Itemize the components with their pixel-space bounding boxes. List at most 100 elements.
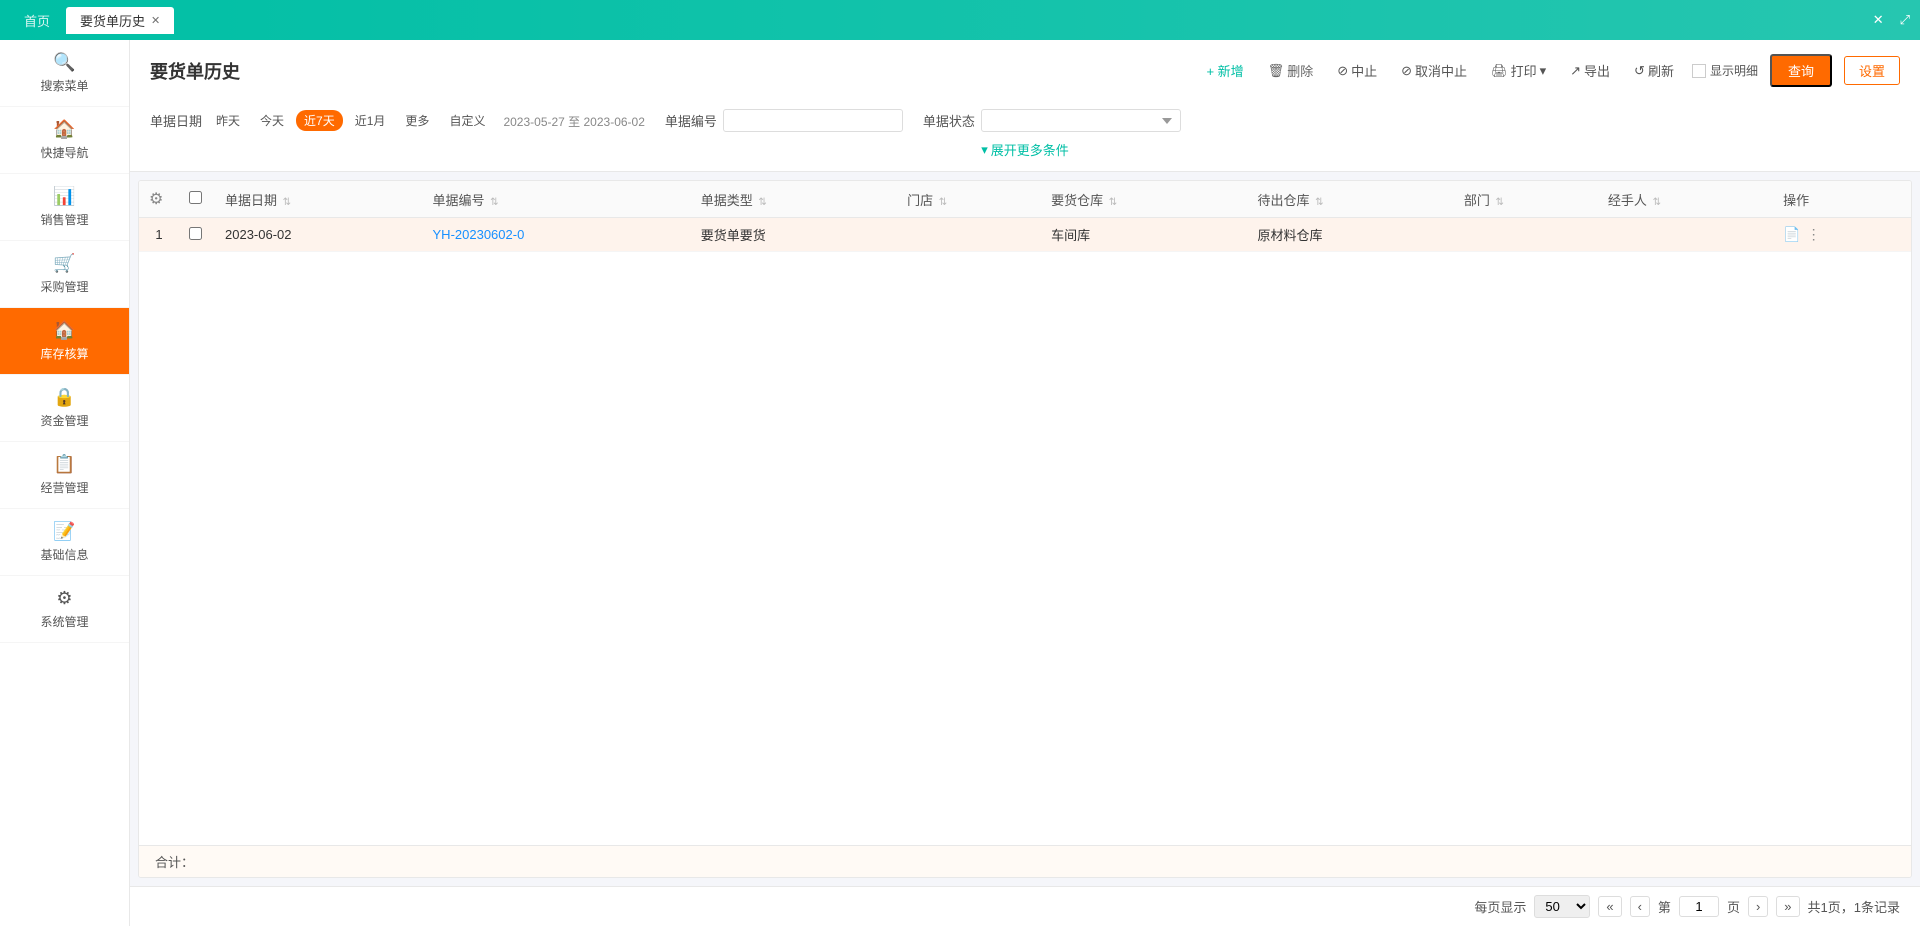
edit-action-icon[interactable]: 📄 [1783, 226, 1800, 243]
cell-department [1454, 218, 1598, 252]
new-button[interactable]: + 新增 [1200, 58, 1249, 83]
filter-group-doc-status: 单据状态 待审核 已审核 已拒绝 [923, 109, 1181, 132]
sidebar-item-label-sales: 销售管理 [40, 211, 88, 228]
system-mgmt-icon: ⚙ [56, 588, 72, 609]
sidebar-item-ops-mgmt[interactable]: 📋 经营管理 [0, 442, 129, 509]
sidebar-item-purchase-mgmt[interactable]: 🛒 采购管理 [0, 241, 129, 308]
top-bar-right: ✕ ⤢ [1873, 12, 1910, 28]
sort-store-icon[interactable]: ⇅ [939, 197, 947, 208]
sort-doc-number-icon[interactable]: ⇅ [490, 197, 498, 208]
prev-page-button[interactable]: ‹ [1630, 896, 1650, 917]
page-number-input[interactable] [1679, 896, 1719, 917]
sidebar-item-finance-mgmt[interactable]: 🔒 资金管理 [0, 375, 129, 442]
delete-button[interactable]: 🗑 删除 [1262, 58, 1320, 83]
sidebar-item-label-basic: 基础信息 [40, 546, 88, 563]
sidebar-item-label-finance: 资金管理 [40, 412, 88, 429]
finance-mgmt-icon: 🔒 [53, 387, 75, 408]
export-button[interactable]: ↗ 导出 [1564, 58, 1616, 83]
sidebar-item-search-menu[interactable]: 🔍 搜索菜单 [0, 40, 129, 107]
sidebar-item-label-system: 系统管理 [40, 613, 88, 630]
date-btn-today[interactable]: 今天 [252, 110, 292, 131]
date-btn-custom[interactable]: 自定义 [441, 110, 493, 131]
cell-actions: 📄 ⋮ [1773, 218, 1911, 252]
last-page-button[interactable]: » [1776, 896, 1799, 917]
sidebar-item-inventory-calc[interactable]: 🏠 库存核算 [0, 308, 129, 375]
query-button[interactable]: 查询 [1770, 54, 1832, 87]
th-store: 门店 ⇅ [897, 181, 1041, 218]
th-doc-date: 单据日期 ⇅ [215, 181, 423, 218]
pagination-bar: 每页显示 10 20 50 100 « ‹ 第 页 › » 共1页，1条记录 [130, 886, 1920, 926]
page-suffix: 页 [1727, 897, 1740, 916]
sidebar-item-sales-mgmt[interactable]: 📊 销售管理 [0, 174, 129, 241]
filter-area: 单据日期 昨天 今天 近7天 近1月 更多 自定义 2023-05-27 至 2… [150, 99, 1900, 171]
expand-more-btn[interactable]: ▾ 展开更多条件 [981, 140, 1069, 159]
date-btn-1month[interactable]: 近1月 [347, 110, 394, 131]
select-all-checkbox[interactable] [189, 191, 202, 204]
date-btn-7days[interactable]: 近7天 [296, 110, 343, 131]
purchase-mgmt-icon: 🛒 [53, 253, 75, 274]
table-settings-icon[interactable]: ⚙ [149, 191, 163, 208]
sidebar-item-label-ops: 经营管理 [40, 479, 88, 496]
cell-doc-number: YH-20230602-0 [423, 218, 691, 252]
doc-number-link[interactable]: YH-20230602-0 [433, 227, 525, 242]
basic-info-icon: 📝 [53, 521, 75, 542]
page-header: 要货单历史 + 新增 🗑 删除 ⊘ 中止 ⊘ 取消中止 [130, 40, 1920, 172]
next-page-button[interactable]: › [1748, 896, 1768, 917]
settings-button[interactable]: 设置 [1844, 56, 1900, 85]
sidebar-item-quick-nav[interactable]: 🏠 快捷导航 [0, 107, 129, 174]
row-checkbox[interactable] [189, 227, 202, 240]
date-btn-yesterday[interactable]: 昨天 [208, 110, 248, 131]
doc-number-input[interactable] [723, 109, 903, 132]
th-req-warehouse: 要货仓库 ⇅ [1041, 181, 1247, 218]
th-store-label: 门店 [907, 193, 933, 208]
sales-mgmt-icon: 📊 [53, 186, 75, 207]
data-table: ⚙ 单据日期 ⇅ 单据编号 ⇅ [139, 181, 1911, 252]
date-btn-more[interactable]: 更多 [397, 110, 437, 131]
th-department: 部门 ⇅ [1454, 181, 1598, 218]
sort-doc-date-icon[interactable]: ⇅ [283, 197, 291, 208]
sort-department-icon[interactable]: ⇅ [1496, 197, 1504, 208]
tab-requisition-history[interactable]: 要货单历史 ✕ [66, 7, 174, 34]
page-size-select[interactable]: 10 20 50 100 [1534, 895, 1590, 918]
suspend-icon: ⊘ [1337, 63, 1348, 79]
sort-pending-warehouse-icon[interactable]: ⇅ [1315, 197, 1323, 208]
tab-home[interactable]: 首页 [10, 7, 64, 34]
cell-doc-date: 2023-06-02 [215, 218, 423, 252]
refresh-icon: ↺ [1634, 63, 1645, 79]
suspend-button[interactable]: ⊘ 中止 [1331, 58, 1383, 83]
cell-checkbox [179, 218, 215, 252]
quick-nav-icon: 🏠 [53, 119, 75, 140]
sort-req-warehouse-icon[interactable]: ⇅ [1109, 197, 1117, 208]
cancel-suspend-button[interactable]: ⊘ 取消中止 [1395, 58, 1473, 83]
filter-group-doc-number: 单据编号 [665, 109, 903, 132]
doc-number-label: 单据编号 [665, 111, 717, 130]
inventory-calc-icon: 🏠 [53, 320, 75, 341]
table-header-row: ⚙ 单据日期 ⇅ 单据编号 ⇅ [139, 181, 1911, 218]
print-icon: 🖨 [1491, 63, 1508, 79]
search-menu-icon: 🔍 [53, 52, 75, 73]
th-pending-warehouse: 待出仓库 ⇅ [1248, 181, 1454, 218]
filter-group-date: 单据日期 昨天 今天 近7天 近1月 更多 自定义 2023-05-27 至 2… [150, 110, 645, 131]
window-fullscreen-icon[interactable]: ⤢ [1900, 12, 1910, 28]
sidebar-item-system-mgmt[interactable]: ⚙ 系统管理 [0, 576, 129, 643]
sort-doc-type-icon[interactable]: ⇅ [758, 197, 766, 208]
tab-bar: 首页 要货单历史 ✕ [10, 7, 1873, 34]
cell-req-warehouse: 车间库 [1041, 218, 1247, 252]
window-close-icon[interactable]: ✕ [1873, 12, 1884, 28]
cell-store [897, 218, 1041, 252]
print-button[interactable]: 🖨 打印 ▾ [1485, 58, 1552, 83]
th-settings: ⚙ [139, 181, 179, 218]
sidebar: 🔍 搜索菜单 🏠 快捷导航 📊 销售管理 🛒 采购管理 🏠 库存核算 🔒 资金管… [0, 40, 130, 926]
more-action-icon[interactable]: ⋮ [1807, 226, 1821, 243]
show-detail-checkbox[interactable]: 显示明细 [1692, 62, 1758, 79]
th-department-label: 部门 [1464, 193, 1490, 208]
refresh-button[interactable]: ↺ 刷新 [1628, 58, 1680, 83]
sort-handler-icon[interactable]: ⇅ [1653, 197, 1661, 208]
table-row: 1 2023-06-02 YH-20230602-0 要货单要货 车间库 原材料… [139, 218, 1911, 252]
doc-status-select[interactable]: 待审核 已审核 已拒绝 [981, 109, 1181, 132]
first-page-button[interactable]: « [1598, 896, 1621, 917]
sidebar-item-basic-info[interactable]: 📝 基础信息 [0, 509, 129, 576]
expand-icon: ▾ [981, 142, 988, 158]
tab-close-icon[interactable]: ✕ [151, 14, 160, 27]
doc-status-label: 单据状态 [923, 111, 975, 130]
